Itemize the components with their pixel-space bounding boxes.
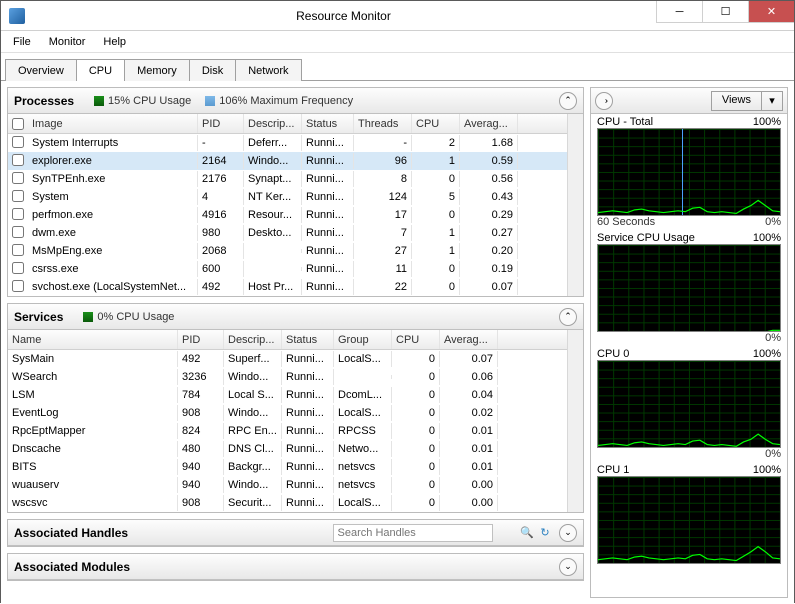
scol-pid[interactable]: PID	[178, 330, 224, 349]
app-icon	[9, 8, 25, 24]
col-description[interactable]: Descrip...	[244, 114, 302, 133]
tab-memory[interactable]: Memory	[124, 59, 190, 81]
table-row[interactable]: csrss.exe600 Runni...1100.19	[8, 260, 567, 278]
menu-monitor[interactable]: Monitor	[41, 34, 94, 50]
services-scrollbar[interactable]	[567, 330, 583, 512]
row-checkbox[interactable]	[12, 172, 24, 184]
tab-overview[interactable]: Overview	[5, 59, 77, 81]
col-threads[interactable]: Threads	[354, 114, 412, 133]
table-row[interactable]: System4NT Ker... Runni...12450.43	[8, 188, 567, 206]
table-row[interactable]: LSM784Local S... Runni...DcomL...00.04	[8, 386, 567, 404]
processes-scrollbar[interactable]	[567, 114, 583, 296]
row-checkbox[interactable]	[12, 262, 24, 274]
chart-0: CPU - Total100% 60 Seconds0%	[591, 114, 787, 230]
expand-modules-button[interactable]: ⌄	[559, 558, 577, 576]
titlebar: Resource Monitor ─ ☐ ✕	[1, 1, 794, 31]
row-checkbox[interactable]	[12, 280, 24, 292]
tab-cpu[interactable]: CPU	[76, 59, 125, 81]
collapse-processes-button[interactable]: ⌃	[559, 92, 577, 110]
tab-disk[interactable]: Disk	[189, 59, 236, 81]
processes-panel: Processes 15% CPU Usage 106% Maximum Fre…	[7, 87, 584, 297]
handles-panel: Associated Handles 🔍 ↻ ⌄	[7, 519, 584, 547]
row-checkbox[interactable]	[12, 244, 24, 256]
menu-file[interactable]: File	[5, 34, 39, 50]
search-handles-input[interactable]	[333, 524, 493, 542]
scol-cpu[interactable]: CPU	[392, 330, 440, 349]
chart-3: CPU 1100%	[591, 462, 787, 566]
table-row[interactable]: WSearch3236Windo... Runni...00.06	[8, 368, 567, 386]
chart-2: CPU 0100% 0%	[591, 346, 787, 462]
services-title: Services	[14, 310, 63, 324]
search-icon[interactable]: 🔍	[519, 525, 535, 541]
cpu-usage-text: 15% CPU Usage	[108, 95, 191, 107]
scol-status[interactable]: Status	[282, 330, 334, 349]
table-row[interactable]: RpcEptMapper824RPC En... Runni...RPCSS00…	[8, 422, 567, 440]
table-row[interactable]: explorer.exe2164Windo... Runni...9610.59	[8, 152, 567, 170]
col-pid[interactable]: PID	[198, 114, 244, 133]
collapse-services-button[interactable]: ⌃	[559, 308, 577, 326]
table-row[interactable]: svchost.exe (LocalSystemNet...492Host Pr…	[8, 278, 567, 296]
select-all-checkbox[interactable]	[12, 118, 24, 130]
table-row[interactable]: SysMain492Superf... Runni...LocalS...00.…	[8, 350, 567, 368]
table-row[interactable]: wuauserv940Windo... Runni...netsvcs00.00	[8, 476, 567, 494]
table-row[interactable]: wscsvc908Securit... Runni...LocalS...00.…	[8, 494, 567, 512]
col-cpu[interactable]: CPU	[412, 114, 460, 133]
row-checkbox[interactable]	[12, 136, 24, 148]
table-row[interactable]: MsMpEng.exe2068 Runni...2710.20	[8, 242, 567, 260]
col-image[interactable]: Image	[28, 114, 198, 133]
svc-cpu-usage-icon	[83, 312, 93, 322]
col-status[interactable]: Status	[302, 114, 354, 133]
chart-1: Service CPU Usage100% 0%	[591, 230, 787, 346]
row-checkbox[interactable]	[12, 190, 24, 202]
modules-title: Associated Modules	[14, 560, 130, 574]
row-checkbox[interactable]	[12, 208, 24, 220]
max-freq-text: 106% Maximum Frequency	[219, 95, 353, 107]
close-button[interactable]: ✕	[748, 1, 794, 23]
scol-description[interactable]: Descrip...	[224, 330, 282, 349]
menubar: File Monitor Help	[1, 31, 794, 53]
tabbar: Overview CPU Memory Disk Network	[1, 53, 794, 81]
window-title: Resource Monitor	[31, 9, 656, 23]
charts-sidebar: ⌃ Views ▾ CPU - Total100% 60 Seconds0%Se…	[590, 87, 788, 598]
row-checkbox[interactable]	[12, 226, 24, 238]
scol-name[interactable]: Name	[8, 330, 178, 349]
handles-title: Associated Handles	[14, 526, 128, 540]
services-panel: Services 0% CPU Usage ⌃ Name PID Descrip…	[7, 303, 584, 513]
table-row[interactable]: Dnscache480DNS Cl... Runni...Netwo...00.…	[8, 440, 567, 458]
table-row[interactable]: perfmon.exe4916Resour... Runni...1700.29	[8, 206, 567, 224]
views-button[interactable]: Views ▾	[711, 91, 783, 111]
modules-panel: Associated Modules ⌄	[7, 553, 584, 581]
processes-grid[interactable]: System Interrupts-Deferr... Runni...-21.…	[8, 134, 567, 296]
scol-average[interactable]: Averag...	[440, 330, 498, 349]
maximize-button[interactable]: ☐	[702, 1, 748, 23]
processes-header[interactable]: Image PID Descrip... Status Threads CPU …	[8, 114, 567, 134]
refresh-icon[interactable]: ↻	[537, 525, 553, 541]
max-freq-icon	[205, 96, 215, 106]
row-checkbox[interactable]	[12, 154, 24, 166]
menu-help[interactable]: Help	[95, 34, 134, 50]
scol-group[interactable]: Group	[334, 330, 392, 349]
collapse-sidebar-button[interactable]: ⌃	[595, 92, 613, 110]
views-label: Views	[712, 92, 761, 110]
minimize-button[interactable]: ─	[656, 1, 702, 23]
table-row[interactable]: System Interrupts-Deferr... Runni...-21.…	[8, 134, 567, 152]
table-row[interactable]: dwm.exe980Deskto... Runni...710.27	[8, 224, 567, 242]
cpu-usage-icon	[94, 96, 104, 106]
services-grid[interactable]: SysMain492Superf... Runni...LocalS...00.…	[8, 350, 567, 512]
views-dropdown-icon[interactable]: ▾	[761, 92, 782, 110]
tab-network[interactable]: Network	[235, 59, 301, 81]
svc-cpu-usage-text: 0% CPU Usage	[97, 311, 174, 323]
table-row[interactable]: SynTPEnh.exe2176Synapt... Runni...800.56	[8, 170, 567, 188]
services-header[interactable]: Name PID Descrip... Status Group CPU Ave…	[8, 330, 567, 350]
expand-handles-button[interactable]: ⌄	[559, 524, 577, 542]
table-row[interactable]: BITS940Backgr... Runni...netsvcs00.01	[8, 458, 567, 476]
table-row[interactable]: EventLog908Windo... Runni...LocalS...00.…	[8, 404, 567, 422]
processes-title: Processes	[14, 94, 74, 108]
col-average[interactable]: Averag...	[460, 114, 518, 133]
